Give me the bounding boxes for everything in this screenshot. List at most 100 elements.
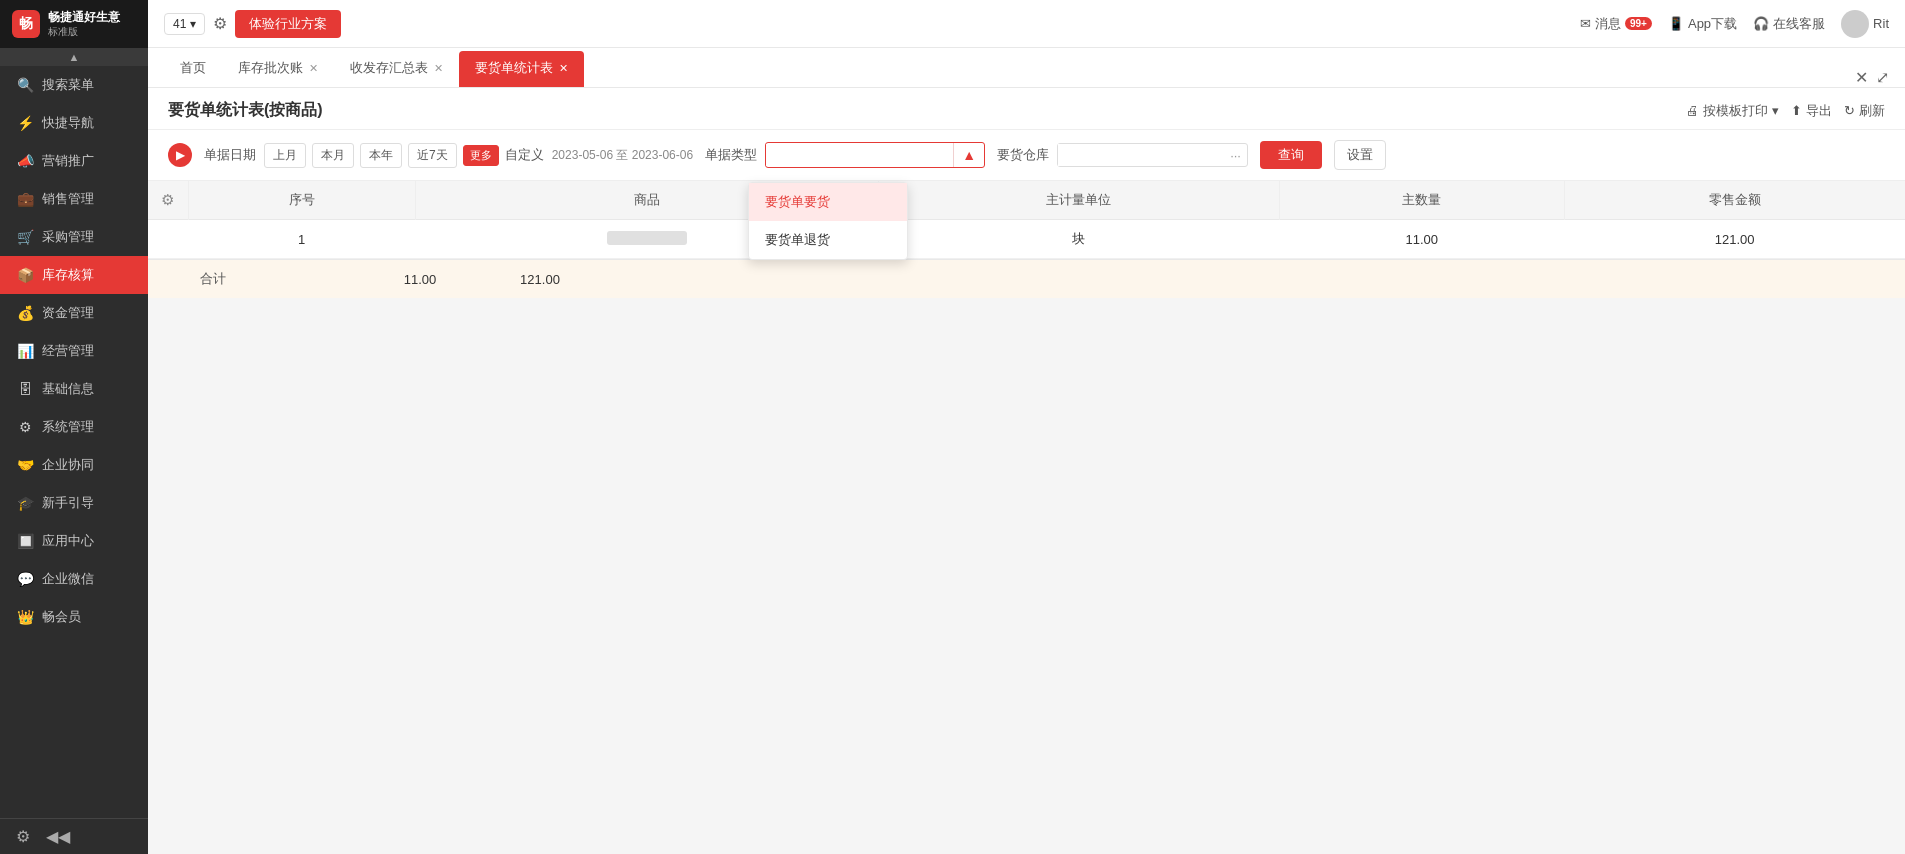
- sidebar-item-sales[interactable]: 💼 销售管理: [0, 180, 148, 218]
- page-content: 要货单统计表(按商品) 🖨 按模板打印 ▾ ⬆ 导出 ↻ 刷新 ▶: [148, 88, 1905, 854]
- sidebar-item-wechat[interactable]: 💬 企业微信: [0, 560, 148, 598]
- col-no: 序号: [188, 181, 415, 220]
- warehouse-filter-dots-icon[interactable]: ···: [1224, 148, 1247, 163]
- row-no-cell: 1: [188, 220, 415, 259]
- dropdown-item-order-return[interactable]: 要货单退货: [749, 221, 907, 259]
- sidebar-icon-purchase: 🛒: [16, 229, 34, 245]
- date-filter-label: 单据日期: [204, 146, 256, 164]
- query-btn[interactable]: 查询: [1260, 141, 1322, 169]
- tab-expand-icon[interactable]: ⤢: [1876, 68, 1889, 87]
- company-selector[interactable]: 41 ▾: [164, 13, 205, 35]
- sidebar-label-inventory: 库存核算: [42, 266, 94, 284]
- custom-date-label: 自定义: [505, 146, 544, 164]
- sidebar-label-operation: 经营管理: [42, 342, 94, 360]
- tab-close-receive-send-summary[interactable]: ✕: [434, 62, 443, 75]
- sidebar-item-purchase[interactable]: 🛒 采购管理: [0, 218, 148, 256]
- sidebar-label-marketing: 营销推广: [42, 152, 94, 170]
- tab-close-all-icon[interactable]: ✕: [1855, 68, 1868, 87]
- tab-label-home: 首页: [180, 59, 206, 77]
- table-footer: 合计 11.00 121.00: [148, 259, 1905, 298]
- type-filter-chevron-up-icon[interactable]: ▲: [953, 143, 984, 167]
- sidebar-item-quick-nav[interactable]: ⚡ 快捷导航: [0, 104, 148, 142]
- col-quantity: 主数量: [1279, 181, 1564, 220]
- warehouse-filter-input-group: ···: [1057, 143, 1248, 167]
- col-amount: 零售金额: [1564, 181, 1905, 220]
- sidebar-item-guide[interactable]: 🎓 新手引导: [0, 484, 148, 522]
- date-this-year-btn[interactable]: 本年: [360, 143, 402, 168]
- sidebar-icon-apps: 🔲: [16, 533, 34, 549]
- dropdown-item-order-goods[interactable]: 要货单要货: [749, 183, 907, 221]
- sidebar-item-basic[interactable]: 🗄 基础信息: [0, 370, 148, 408]
- tabs-controls: ✕ ⤢: [1855, 68, 1889, 87]
- chevron-down-icon: ▾: [190, 17, 196, 31]
- date-range-display: 2023-05-06 至 2023-06-06: [552, 147, 693, 164]
- sidebar-scroll-up[interactable]: ▲: [0, 48, 148, 66]
- tab-close-order-summary[interactable]: ✕: [559, 62, 568, 75]
- sidebar-icon-marketing: 📣: [16, 153, 34, 169]
- app-subtitle: 标准版: [48, 25, 120, 38]
- sidebar-nav: 🔍 搜索菜单 ⚡ 快捷导航 📣 营销推广 💼 销售管理 🛒 采购管理 📦 库存核…: [0, 66, 148, 818]
- sidebar-item-operation[interactable]: 📊 经营管理: [0, 332, 148, 370]
- data-table: ⚙ 序号 商品 主计量单位 主数量 零售金额 1: [148, 181, 1905, 259]
- sidebar-collapse-icon[interactable]: ◀◀: [46, 827, 70, 846]
- avatar: [1841, 10, 1869, 38]
- export-icon: ⬆: [1791, 103, 1802, 118]
- messages-btn[interactable]: ✉ 消息 99+: [1580, 15, 1652, 33]
- row-amount-cell: 121.00: [1564, 220, 1905, 259]
- tab-receive-send-summary[interactable]: 收发存汇总表 ✕: [334, 51, 459, 87]
- sidebar-icon-basic: 🗄: [16, 381, 34, 397]
- sidebar-item-search[interactable]: 🔍 搜索菜单: [0, 66, 148, 104]
- filter-expand-btn[interactable]: ▶: [168, 143, 192, 167]
- sidebar-item-inventory[interactable]: 📦 库存核算: [0, 256, 148, 294]
- sidebar-item-member[interactable]: 👑 畅会员: [0, 598, 148, 636]
- settings-btn[interactable]: 设置: [1334, 140, 1386, 170]
- online-service-btn[interactable]: 🎧 在线客服: [1753, 15, 1825, 33]
- sidebar-item-system[interactable]: ⚙ 系统管理: [0, 408, 148, 446]
- print-template-btn[interactable]: 🖨 按模板打印 ▾: [1686, 102, 1779, 120]
- messages-badge: 99+: [1625, 17, 1652, 30]
- date-more-btn[interactable]: 更多: [463, 145, 499, 166]
- export-btn[interactable]: ⬆ 导出: [1791, 102, 1832, 120]
- sidebar-icon-inventory: 📦: [16, 267, 34, 283]
- footer-label: 合计: [160, 270, 360, 288]
- type-filter-input[interactable]: [766, 144, 953, 166]
- sidebar-icon-search: 🔍: [16, 77, 34, 93]
- app-logo: 畅 畅捷通好生意 标准版: [0, 0, 148, 48]
- topbar-settings-icon[interactable]: ⚙: [213, 14, 227, 33]
- sidebar-item-cooperation[interactable]: 🤝 企业协同: [0, 446, 148, 484]
- date-this-month-btn[interactable]: 本月: [312, 143, 354, 168]
- user-avatar-btn[interactable]: Rit: [1841, 10, 1889, 38]
- main-area: 41 ▾ ⚙ 体验行业方案 ✉ 消息 99+ 📱 App下载 🎧 在线客服 R: [148, 0, 1905, 854]
- sidebar-icon-quick-nav: ⚡: [16, 115, 34, 131]
- tab-close-inventory-batch[interactable]: ✕: [309, 62, 318, 75]
- table-container: ⚙ 序号 商品 主计量单位 主数量 零售金额 1: [148, 181, 1905, 259]
- refresh-btn[interactable]: ↻ 刷新: [1844, 102, 1885, 120]
- sidebar-item-marketing[interactable]: 📣 营销推广: [0, 142, 148, 180]
- app-download-label: App下载: [1688, 15, 1737, 33]
- sidebar: 畅 畅捷通好生意 标准版 ▲ 🔍 搜索菜单 ⚡ 快捷导航 📣 营销推广 💼 销售…: [0, 0, 148, 854]
- tab-inventory-batch[interactable]: 库存批次账 ✕: [222, 51, 334, 87]
- warehouse-filter-label: 要货仓库: [997, 146, 1049, 164]
- footer-quantity: 11.00: [360, 272, 480, 287]
- sidebar-item-finance[interactable]: 💰 资金管理: [0, 294, 148, 332]
- date-7days-btn[interactable]: 近7天: [408, 143, 457, 168]
- app-title: 畅捷通好生意: [48, 10, 120, 26]
- sidebar-footer: ⚙ ◀◀: [0, 818, 148, 854]
- industry-btn[interactable]: 体验行业方案: [235, 10, 341, 38]
- sidebar-label-guide: 新手引导: [42, 494, 94, 512]
- row-unit-cell: 块: [878, 220, 1279, 259]
- type-dropdown: 要货单要货 要货单退货: [748, 182, 908, 260]
- warehouse-filter-input[interactable]: [1058, 144, 1224, 166]
- sidebar-label-sales: 销售管理: [42, 190, 94, 208]
- tabs-bar: 首页库存批次账 ✕收发存汇总表 ✕要货单统计表 ✕ ✕ ⤢: [148, 48, 1905, 88]
- footer-amount: 121.00: [480, 272, 600, 287]
- tab-order-summary[interactable]: 要货单统计表 ✕: [459, 51, 584, 87]
- app-download-btn[interactable]: 📱 App下载: [1668, 15, 1737, 33]
- sidebar-settings-icon[interactable]: ⚙: [16, 827, 30, 846]
- date-prev-month-btn[interactable]: 上月: [264, 143, 306, 168]
- sidebar-item-apps[interactable]: 🔲 应用中心: [0, 522, 148, 560]
- col-unit: 主计量单位: [878, 181, 1279, 220]
- col-settings[interactable]: ⚙: [148, 181, 188, 220]
- sidebar-label-apps: 应用中心: [42, 532, 94, 550]
- tab-home[interactable]: 首页: [164, 51, 222, 87]
